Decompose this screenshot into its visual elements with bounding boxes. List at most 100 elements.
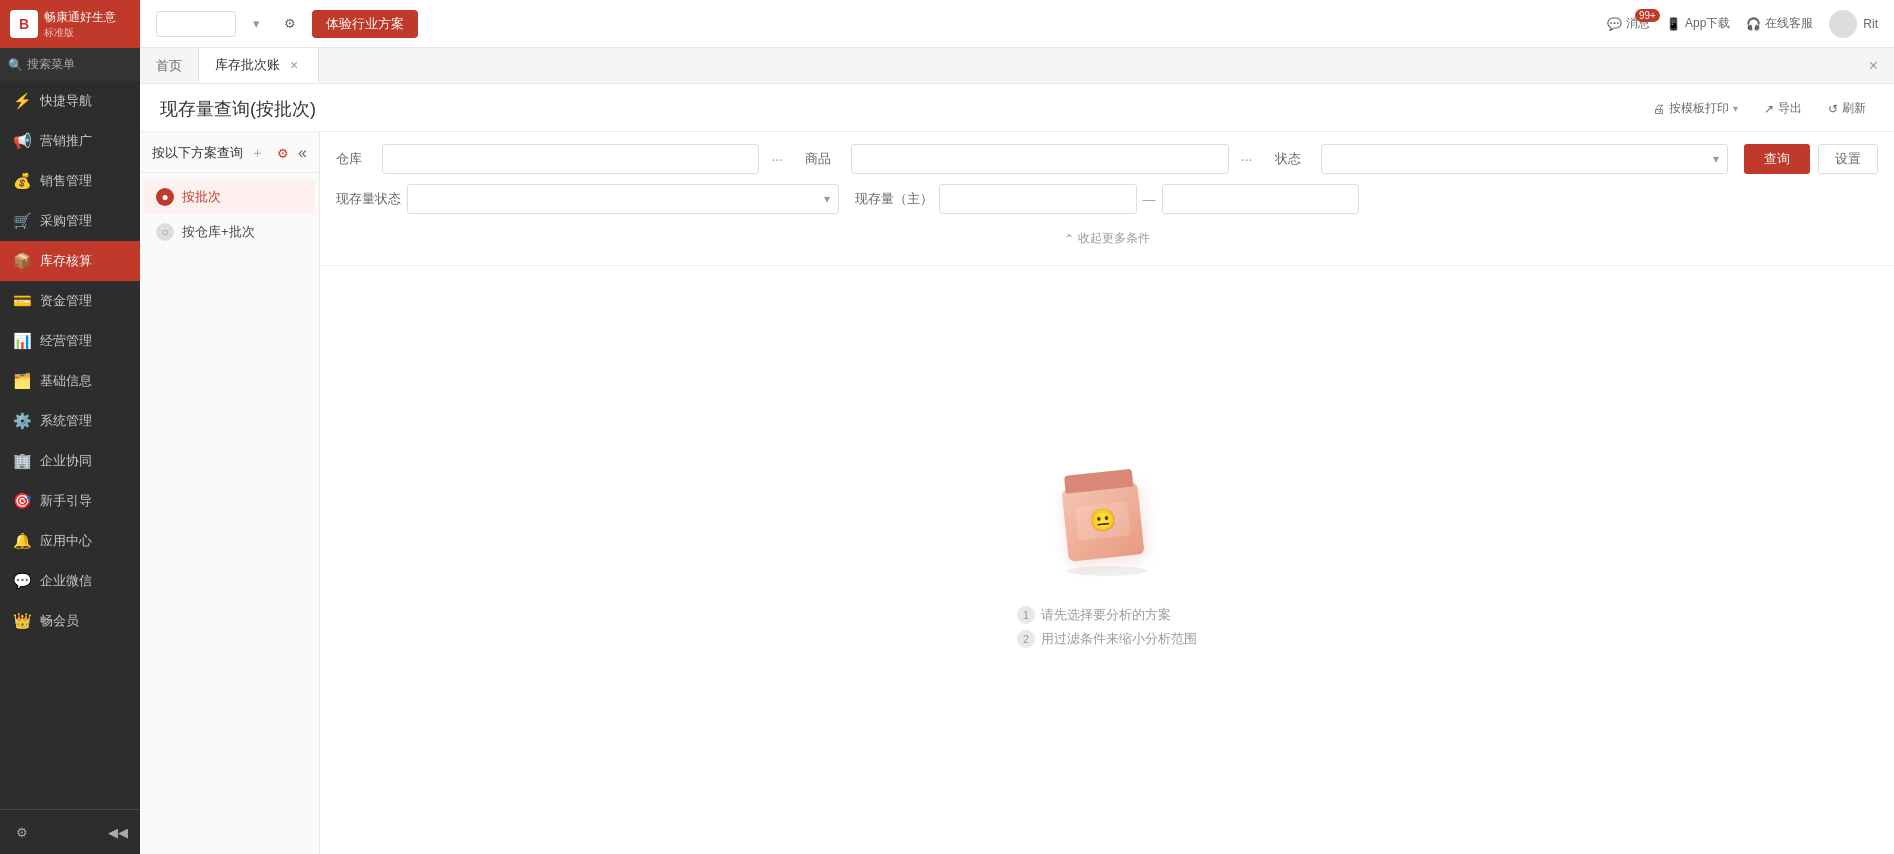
search-icon: 🔍 bbox=[8, 58, 23, 72]
empty-illustration: 😐 bbox=[1047, 466, 1167, 586]
stock-main-start-input[interactable] bbox=[939, 184, 1136, 214]
action-buttons-row: 查询 设置 bbox=[1744, 144, 1878, 174]
message-button[interactable]: 💬 消息 99+ bbox=[1607, 15, 1650, 32]
sidebar-item-label-member: 畅会员 bbox=[40, 612, 79, 630]
sidebar-nav: ⚡ 快捷导航 📢 营销推广 💰 销售管理 🛒 采购管理 📦 库存核算 💳 资金管… bbox=[0, 81, 140, 809]
sidebar-item-marketing[interactable]: 📢 营销推广 bbox=[0, 121, 140, 161]
headset-icon: 🎧 bbox=[1746, 17, 1761, 31]
phone-icon: 📱 bbox=[1666, 17, 1681, 31]
sidebar-item-enterprise[interactable]: 🏢 企业协同 bbox=[0, 441, 140, 481]
tab-inventory-batch-close[interactable]: × bbox=[286, 57, 302, 73]
sidebar-item-icon-enterprise: 🏢 bbox=[12, 451, 32, 471]
status-select[interactable]: ▾ bbox=[1321, 144, 1728, 174]
warehouse-input[interactable] bbox=[382, 144, 759, 174]
topbar-dropdown-icon[interactable]: ▾ bbox=[244, 12, 268, 36]
sidebar-settings-button[interactable]: ⚙ bbox=[8, 818, 36, 846]
username-text: Rit bbox=[1863, 17, 1878, 31]
empty-tip-2: 2 用过滤条件来缩小分析范围 bbox=[1017, 630, 1197, 648]
stock-main-label: 现存量（主） bbox=[855, 190, 933, 208]
sidebar-item-system[interactable]: ⚙️ 系统管理 bbox=[0, 401, 140, 441]
sidebar-item-newbie[interactable]: 🎯 新手引导 bbox=[0, 481, 140, 521]
collapse-chevron-icon: ⌃ bbox=[1064, 232, 1074, 246]
sidebar-item-label-purchase: 采购管理 bbox=[40, 212, 92, 230]
topbar-search-input[interactable] bbox=[156, 11, 236, 37]
left-panel-header: 按以下方案查询 ＋ ⚙ « bbox=[140, 132, 319, 173]
add-scheme-button[interactable]: ＋ bbox=[246, 142, 268, 164]
filter-row-1: 仓库 ··· 商品 ··· 状态 bbox=[336, 144, 1878, 174]
print-button[interactable]: 🖨 按模板打印 ▾ bbox=[1645, 96, 1746, 121]
sidebar-search-label: 搜索菜单 bbox=[27, 56, 75, 73]
left-panel-collapse-button[interactable]: « bbox=[298, 144, 307, 162]
app-download-button[interactable]: 📱 App下载 bbox=[1666, 15, 1730, 32]
sidebar-item-app-center[interactable]: 🔔 应用中心 bbox=[0, 521, 140, 561]
warehouse-more-button[interactable]: ··· bbox=[765, 147, 789, 171]
settings-button[interactable]: 设置 bbox=[1818, 144, 1878, 174]
empty-tips: 1 请先选择要分析的方案 2 用过滤条件来缩小分析范围 bbox=[1017, 606, 1197, 654]
sidebar-search[interactable]: 🔍 搜索菜单 bbox=[0, 48, 140, 81]
sidebar-footer: ⚙ ◀◀ bbox=[0, 809, 140, 854]
filter-row-2: 现存量状态 ▾ 现存量（主） — bbox=[336, 184, 1878, 214]
collapse-more-button[interactable]: ⌃ 收起更多条件 bbox=[336, 224, 1878, 253]
sidebar-item-icon-finance: 💳 bbox=[12, 291, 32, 311]
status-label: 状态 bbox=[1275, 150, 1315, 168]
sidebar-item-label-operations: 经营管理 bbox=[40, 332, 92, 350]
page-title: 现存量查询(按批次) bbox=[160, 97, 316, 121]
tab-home-label: 首页 bbox=[156, 57, 182, 75]
sidebar-item-finance[interactable]: 💳 资金管理 bbox=[0, 281, 140, 321]
sidebar-item-basic[interactable]: 🗂️ 基础信息 bbox=[0, 361, 140, 401]
stock-status-select[interactable]: ▾ bbox=[407, 184, 839, 214]
page-header: 现存量查询(按批次) 🖨 按模板打印 ▾ ↗ 导出 ↺ 刷新 bbox=[140, 84, 1894, 132]
export-icon: ↗ bbox=[1764, 102, 1774, 116]
sidebar-header: B 畅康通好生意 标准版 bbox=[0, 0, 140, 48]
online-service-button[interactable]: 🎧 在线客服 bbox=[1746, 15, 1813, 32]
sidebar-item-label-enterprise: 企业协同 bbox=[40, 452, 92, 470]
sidebar-item-member[interactable]: 👑 畅会员 bbox=[0, 601, 140, 641]
message-icon: 💬 bbox=[1607, 17, 1622, 31]
filter-section: 仓库 ··· 商品 ··· 状态 bbox=[320, 132, 1894, 266]
tab-inventory-batch[interactable]: 库存批次账 × bbox=[199, 48, 319, 83]
status-filter: 状态 ▾ bbox=[1275, 144, 1728, 174]
export-button[interactable]: ↗ 导出 bbox=[1756, 96, 1810, 121]
tip-text-2: 用过滤条件来缩小分析范围 bbox=[1041, 630, 1197, 648]
topbar-gear-button[interactable]: ⚙ bbox=[276, 10, 304, 38]
user-menu[interactable]: Rit bbox=[1829, 10, 1878, 38]
scheme-label-by-warehouse-batch: 按仓库+批次 bbox=[182, 223, 255, 241]
refresh-button[interactable]: ↺ 刷新 bbox=[1820, 96, 1874, 121]
sidebar-item-wechat[interactable]: 💬 企业微信 bbox=[0, 561, 140, 601]
tab-home[interactable]: 首页 bbox=[140, 48, 199, 83]
sidebar-item-icon-inventory: 📦 bbox=[12, 251, 32, 271]
query-button[interactable]: 查询 bbox=[1744, 144, 1810, 174]
app-logo: B bbox=[10, 10, 38, 38]
sidebar-item-sales[interactable]: 💰 销售管理 bbox=[0, 161, 140, 201]
tip-number-1: 1 bbox=[1017, 606, 1035, 624]
stock-main-end-input[interactable] bbox=[1162, 184, 1359, 214]
sidebar-item-icon-app-center: 🔔 bbox=[12, 531, 32, 551]
sidebar-item-inventory[interactable]: 📦 库存核算 bbox=[0, 241, 140, 281]
sidebar-item-label-finance: 资金管理 bbox=[40, 292, 92, 310]
sidebar-item-quick-nav[interactable]: ⚡ 快捷导航 bbox=[0, 81, 140, 121]
tab-close-global[interactable]: × bbox=[1861, 57, 1886, 75]
warehouse-label: 仓库 bbox=[336, 150, 376, 168]
scheme-settings-button[interactable]: ⚙ bbox=[272, 142, 294, 164]
product-more-button[interactable]: ··· bbox=[1235, 147, 1259, 171]
sidebar-item-purchase[interactable]: 🛒 采购管理 bbox=[0, 201, 140, 241]
status-select-arrow: ▾ bbox=[1713, 152, 1719, 166]
refresh-label: 刷新 bbox=[1842, 100, 1866, 117]
sidebar-item-label-marketing: 营销推广 bbox=[40, 132, 92, 150]
app-name: 畅康通好生意 bbox=[44, 9, 116, 26]
product-input[interactable] bbox=[851, 144, 1228, 174]
sidebar-item-icon-quick-nav: ⚡ bbox=[12, 91, 32, 111]
stock-status-arrow: ▾ bbox=[824, 192, 830, 206]
trial-button[interactable]: 体验行业方案 bbox=[312, 10, 418, 38]
sidebar-item-icon-newbie: 🎯 bbox=[12, 491, 32, 511]
sidebar-item-operations[interactable]: 📊 经营管理 bbox=[0, 321, 140, 361]
scheme-item-by-warehouse-batch[interactable]: ○ 按仓库+批次 bbox=[144, 215, 315, 249]
warehouse-filter: 仓库 ··· bbox=[336, 144, 789, 174]
tabbar: 首页 库存批次账 × × bbox=[140, 48, 1894, 84]
scheme-item-by-batch[interactable]: ● 按批次 bbox=[144, 180, 315, 214]
range-separator: — bbox=[1143, 192, 1156, 207]
print-dropdown-icon[interactable]: ▾ bbox=[1733, 103, 1738, 114]
sidebar-item-label-basic: 基础信息 bbox=[40, 372, 92, 390]
sidebar-collapse-button[interactable]: ◀◀ bbox=[104, 818, 132, 846]
product-filter: 商品 ··· bbox=[805, 144, 1258, 174]
